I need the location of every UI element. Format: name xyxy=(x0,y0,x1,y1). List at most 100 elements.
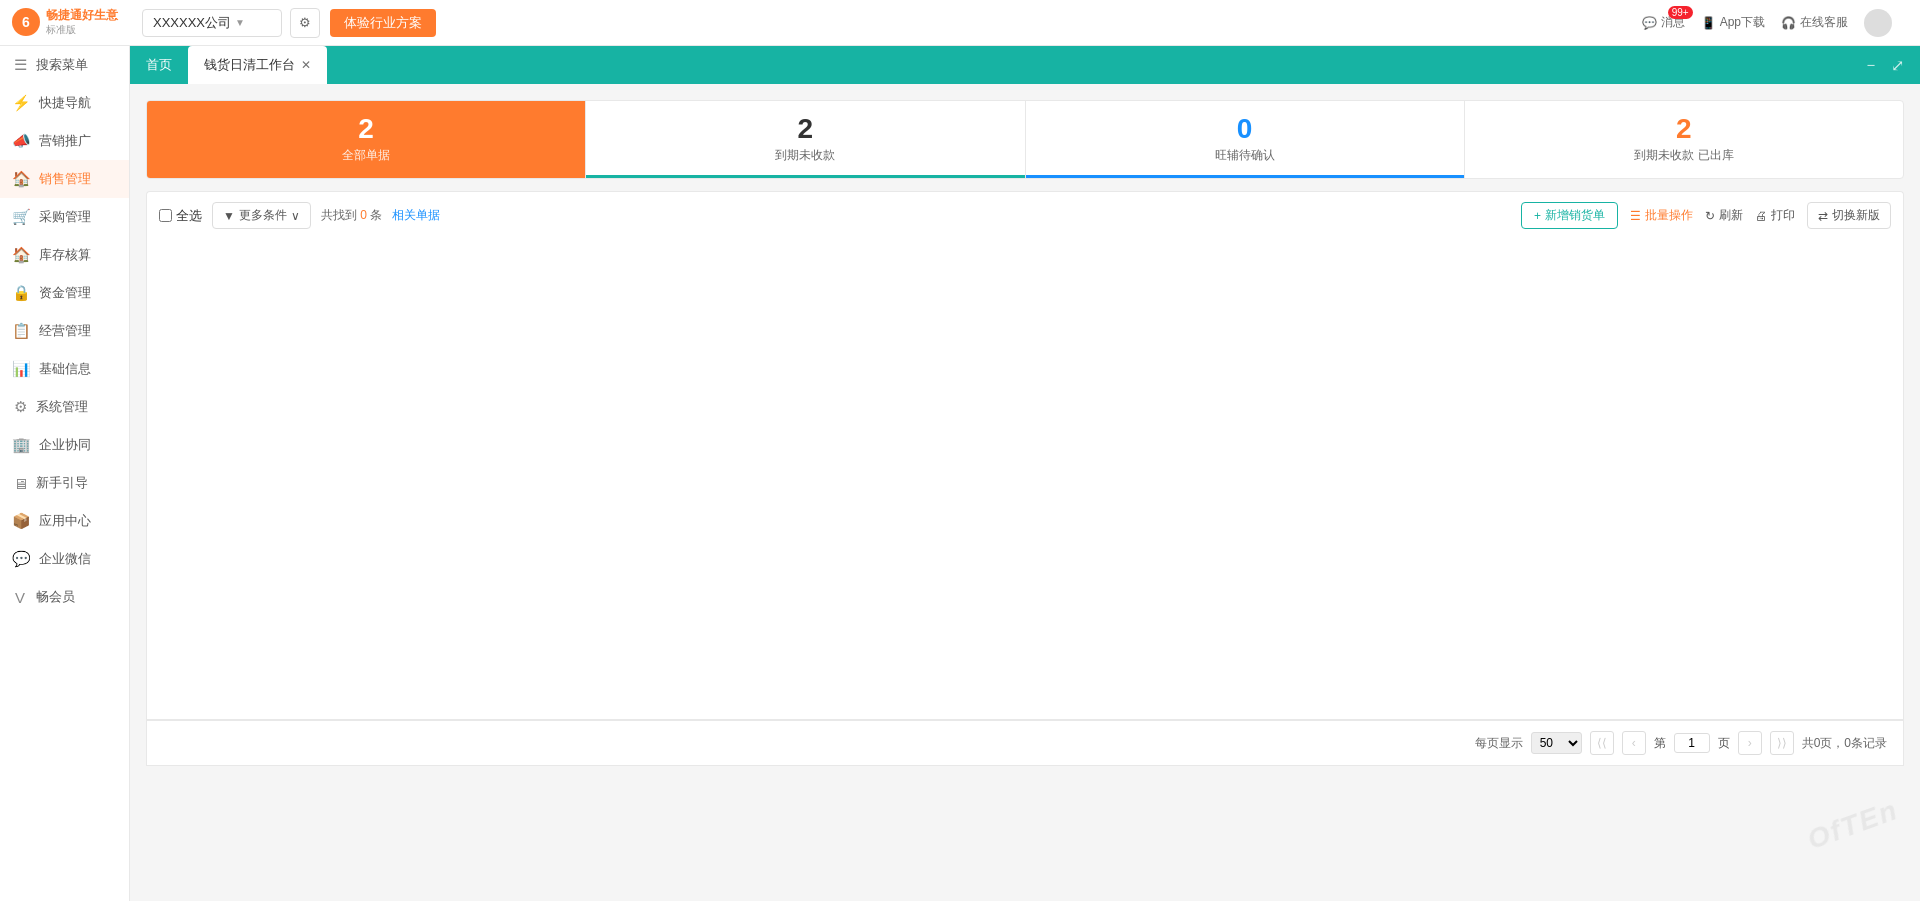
next-page-button[interactable]: › xyxy=(1738,731,1762,755)
filter-icon: ▼ xyxy=(223,209,235,223)
sidebar-inventory-label: 库存核算 xyxy=(39,246,91,264)
sidebar-item-system[interactable]: ⚙ 系统管理 xyxy=(0,388,129,426)
stat-all-num: 2 xyxy=(167,115,565,143)
headset-icon: 🎧 xyxy=(1781,16,1796,30)
sidebar-item-inventory[interactable]: 🏠 库存核算 xyxy=(0,236,129,274)
toolbar-right: + 新增销货单 ☰ 批量操作 ↻ 刷新 🖨 打印 ⇄ 切换新版 xyxy=(1521,202,1891,229)
tab-home[interactable]: 首页 xyxy=(130,46,188,84)
sidebar-item-guide[interactable]: 🖥 新手引导 xyxy=(0,464,129,502)
main-content: 2 全部单据 2 到期未收款 0 旺辅待确认 2 到期未收款 已出库 全选 ▼ xyxy=(130,84,1920,901)
sidebar-item-quick-nav[interactable]: ⚡ 快捷导航 xyxy=(0,84,129,122)
filter-label: 更多条件 xyxy=(239,207,287,224)
sales-icon: 🏠 xyxy=(12,170,31,188)
logo-name: 畅捷通好生意 xyxy=(46,8,118,22)
tab-navigation: 首页 钱货日清工作台 ✕ － ⤢ xyxy=(130,46,1920,84)
tab-workbench-label: 钱货日清工作台 xyxy=(204,56,295,74)
refresh-icon: ↻ xyxy=(1705,209,1715,223)
select-all-input[interactable] xyxy=(159,209,172,222)
guide-icon: 🖥 xyxy=(12,475,28,492)
tab-maximize-button[interactable]: ⤢ xyxy=(1885,56,1910,75)
sidebar-sales-label: 销售管理 xyxy=(39,170,91,188)
sidebar-item-member[interactable]: V 畅会员 xyxy=(0,578,129,616)
tab-home-label: 首页 xyxy=(146,56,172,74)
sidebar-item-finance[interactable]: 🔒 资金管理 xyxy=(0,274,129,312)
select-all-checkbox[interactable]: 全选 xyxy=(159,207,202,225)
app-download-button[interactable]: 📱 App下载 xyxy=(1701,14,1765,31)
stat-overdue-bar xyxy=(586,175,1024,178)
sidebar-item-enterprise[interactable]: 🏢 企业协同 xyxy=(0,426,129,464)
sidebar-item-appcenter[interactable]: 📦 应用中心 xyxy=(0,502,129,540)
sidebar-item-wechat[interactable]: 💬 企业微信 xyxy=(0,540,129,578)
switch-version-button[interactable]: ⇄ 切换新版 xyxy=(1807,202,1891,229)
total-info: 共0页，0条记录 xyxy=(1802,735,1887,752)
company-dropdown-arrow: ▼ xyxy=(235,17,245,28)
sidebar-item-purchase[interactable]: 🛒 采购管理 xyxy=(0,198,129,236)
page-input[interactable] xyxy=(1674,733,1710,753)
sidebar-purchase-label: 采购管理 xyxy=(39,208,91,226)
toolbar-left: 全选 ▼ 更多条件 ∨ 共找到 0 条 相关单据 xyxy=(159,202,440,229)
logo-icon: 6 xyxy=(12,8,40,36)
new-order-label: 新增销货单 xyxy=(1545,207,1605,224)
service-label: 在线客服 xyxy=(1800,14,1848,31)
stat-pending[interactable]: 0 旺辅待确认 xyxy=(1026,101,1465,178)
user-avatar[interactable] xyxy=(1864,9,1892,37)
batch-icon: ☰ xyxy=(1630,209,1641,223)
basic-icon: 📊 xyxy=(12,360,31,378)
new-order-button[interactable]: + 新增销货单 xyxy=(1521,202,1618,229)
member-icon: V xyxy=(12,589,28,606)
sidebar-wechat-label: 企业微信 xyxy=(39,550,91,568)
header-right: 💬 消息 99+ 📱 App下载 🎧 在线客服 xyxy=(1642,9,1908,37)
stat-overdue-shipped-label: 到期未收款 已出库 xyxy=(1485,147,1883,164)
switch-label: 切换新版 xyxy=(1832,207,1880,224)
sidebar-guide-label: 新手引导 xyxy=(36,474,88,492)
filter-button[interactable]: ▼ 更多条件 ∨ xyxy=(212,202,311,229)
sidebar-item-sales[interactable]: 🏠 销售管理 xyxy=(0,160,129,198)
stat-all[interactable]: 2 全部单据 xyxy=(147,101,586,178)
stat-pending-num: 0 xyxy=(1046,115,1444,143)
inventory-icon: 🏠 xyxy=(12,246,31,264)
sidebar: ☰ 搜索菜单 ⚡ 快捷导航 📣 营销推广 🏠 销售管理 🛒 采购管理 🏠 库存核… xyxy=(0,46,130,901)
sidebar-item-operations[interactable]: 📋 经营管理 xyxy=(0,312,129,350)
per-page-select[interactable]: 50 10 20 100 xyxy=(1531,732,1582,754)
sidebar-item-search[interactable]: ☰ 搜索菜单 xyxy=(0,46,129,84)
sidebar-quick-nav-label: 快捷导航 xyxy=(39,94,91,112)
operations-icon: 📋 xyxy=(12,322,31,340)
stat-overdue-shipped[interactable]: 2 到期未收款 已出库 xyxy=(1465,101,1903,178)
logo-sub: 标准版 xyxy=(46,23,118,37)
filter-arrow: ∨ xyxy=(291,209,300,223)
enterprise-icon: 🏢 xyxy=(12,436,31,454)
tab-close-button[interactable]: ✕ xyxy=(301,58,311,72)
print-button[interactable]: 🖨 打印 xyxy=(1755,207,1795,224)
settings-icon: ⚙ xyxy=(299,15,311,30)
related-link[interactable]: 相关单据 xyxy=(392,207,440,224)
logo: 6 畅捷通好生意 标准版 xyxy=(12,8,142,36)
tab-minimize-button[interactable]: － xyxy=(1857,55,1885,76)
sidebar-item-basic[interactable]: 📊 基础信息 xyxy=(0,350,129,388)
search-menu-icon: ☰ xyxy=(12,56,28,74)
message-badge: 99+ xyxy=(1668,6,1693,19)
stat-pending-bar xyxy=(1026,175,1464,178)
sidebar-appcenter-label: 应用中心 xyxy=(39,512,91,530)
sidebar-system-label: 系统管理 xyxy=(36,398,88,416)
online-service-button[interactable]: 🎧 在线客服 xyxy=(1781,14,1848,31)
purchase-icon: 🛒 xyxy=(12,208,31,226)
first-page-button[interactable]: ⟨⟨ xyxy=(1590,731,1614,755)
header: 6 畅捷通好生意 标准版 XXXXXX公司 ▼ ⚙ 体验行业方案 💬 消息 99… xyxy=(0,0,1920,46)
trial-button[interactable]: 体验行业方案 xyxy=(330,9,436,37)
batch-label: 批量操作 xyxy=(1645,207,1693,224)
wechat-icon: 💬 xyxy=(12,550,31,568)
prev-page-button[interactable]: ‹ xyxy=(1622,731,1646,755)
last-page-button[interactable]: ⟩⟩ xyxy=(1770,731,1794,755)
appcenter-icon: 📦 xyxy=(12,512,31,530)
message-button[interactable]: 💬 消息 99+ xyxy=(1642,14,1685,31)
refresh-button[interactable]: ↻ 刷新 xyxy=(1705,207,1743,224)
stat-all-label: 全部单据 xyxy=(167,147,565,164)
company-selector[interactable]: XXXXXX公司 ▼ xyxy=(142,9,282,37)
sidebar-item-marketing[interactable]: 📣 营销推广 xyxy=(0,122,129,160)
stat-overdue[interactable]: 2 到期未收款 xyxy=(586,101,1025,178)
tab-workbench[interactable]: 钱货日清工作台 ✕ xyxy=(188,46,327,84)
settings-button[interactable]: ⚙ xyxy=(290,8,320,38)
batch-operation-button[interactable]: ☰ 批量操作 xyxy=(1630,207,1693,224)
message-icon: 💬 xyxy=(1642,16,1657,30)
sidebar-member-label: 畅会员 xyxy=(36,588,75,606)
